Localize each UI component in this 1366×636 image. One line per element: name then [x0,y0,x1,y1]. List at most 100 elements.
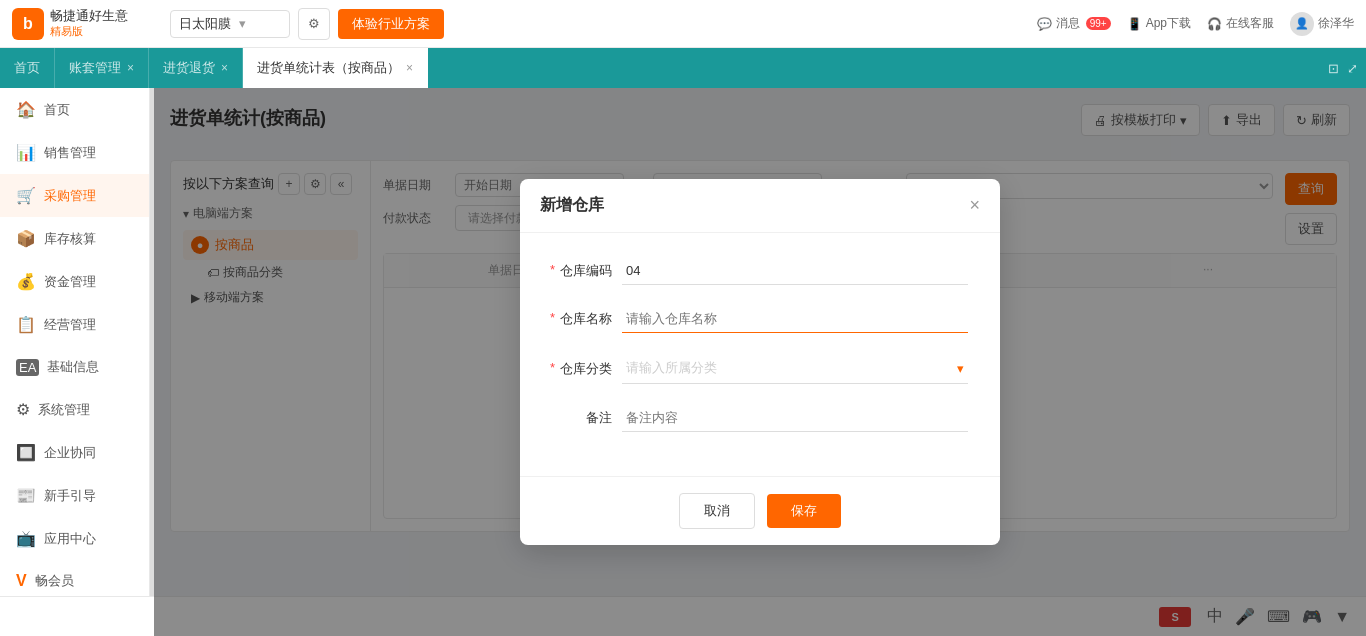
app-download-btn[interactable]: 📱 App下载 [1127,15,1191,32]
tab-right-controls: ⊡ ⤢ [1328,61,1366,76]
dialog-body: 仓库编码 仓库名称 仓库分类 请输入所属分类 ▾ [520,233,1000,476]
sidebar-item-appstore[interactable]: 📺 应用中心 [0,517,149,560]
remark-label: 备注 [552,409,622,427]
sidebar-item-enterprise[interactable]: 🔲 企业协同 [0,431,149,474]
sidebar-home-label: 首页 [44,101,70,119]
sidebar-item-system[interactable]: ⚙ 系统管理 [0,388,149,431]
message-icon: 💬 [1037,17,1052,31]
tab-home-label: 首页 [14,59,40,77]
service-icon: 🎧 [1207,17,1222,31]
new-warehouse-dialog: 新增仓库 × 仓库编码 仓库名称 仓库分类 [520,179,1000,545]
message-btn[interactable]: 💬 消息 99+ [1037,15,1111,32]
sidebar-appstore-label: 应用中心 [44,530,96,548]
sidebar-item-inventory[interactable]: 📦 库存核算 [0,217,149,260]
form-row-name: 仓库名称 [552,305,968,333]
category-placeholder: 请输入所属分类 [626,359,957,377]
dialog-footer: 取消 保存 [520,476,1000,545]
inventory-icon: 📦 [16,229,36,248]
warehouse-category-select[interactable]: 请输入所属分类 ▾ [622,353,968,384]
trial-button[interactable]: 体验行业方案 [338,9,444,39]
app-icon: 📱 [1127,17,1142,31]
message-badge: 99+ [1086,17,1111,30]
sidebar-sales-label: 销售管理 [44,144,96,162]
brand-name: 畅捷通好生意 [50,8,128,25]
sidebar-finance-label: 资金管理 [44,273,96,291]
sidebar-purchase-label: 采购管理 [44,187,96,205]
tab-purchase-stats-label: 进货单统计表（按商品） [257,59,400,77]
save-button[interactable]: 保存 [767,494,841,528]
form-row-remark: 备注 [552,404,968,432]
dialog-header: 新增仓库 × [520,179,1000,233]
msg-label: 消息 [1056,15,1080,32]
tab-purchase-return-close[interactable]: × [221,61,228,75]
tab-purchase-stats[interactable]: 进货单统计表（按商品） × [243,48,428,88]
category-label: 仓库分类 [552,360,622,378]
store-selector[interactable]: 日太阳膜 ▾ [170,10,290,38]
system-icon: ⚙ [16,400,30,419]
appstore-icon: 📺 [16,529,36,548]
tab-account-close[interactable]: × [127,61,134,75]
edition-label: 精易版 [50,24,128,39]
top-header: b 畅捷通好生意 精易版 日太阳膜 ▾ ⚙ 体验行业方案 💬 消息 99+ 📱 … [0,0,1366,48]
operation-icon: 📋 [16,315,36,334]
user-name: 徐泽华 [1318,15,1354,32]
app-label: App下载 [1146,15,1191,32]
sidebar-basic-info-label: 基础信息 [47,358,99,376]
sidebar-vip-label: 畅会员 [35,572,74,590]
tab-fullscreen-icon[interactable]: ⤢ [1347,61,1358,76]
code-label: 仓库编码 [552,262,622,280]
sidebar-item-sales[interactable]: 📊 销售管理 [0,131,149,174]
app-logo: b [12,8,44,40]
basic-info-icon: EA [16,359,39,376]
sidebar-guide-label: 新手引导 [44,487,96,505]
sidebar-item-purchase[interactable]: 🛒 采购管理 [0,174,149,217]
settings-icon[interactable]: ⚙ [298,8,330,40]
enterprise-icon: 🔲 [16,443,36,462]
service-label: 在线客服 [1226,15,1274,32]
tab-window-icon[interactable]: ⊡ [1328,61,1339,76]
sidebar-item-home[interactable]: 🏠 首页 [0,88,149,131]
sidebar-operation-label: 经营管理 [44,316,96,334]
form-row-code: 仓库编码 [552,257,968,285]
logo-area: b 畅捷通好生意 精易版 [12,8,162,40]
sidebar-item-operation[interactable]: 📋 经营管理 [0,303,149,346]
tab-account[interactable]: 账套管理 × [55,48,149,88]
tab-bar: 首页 账套管理 × 进货退货 × 进货单统计表（按商品） × ⊡ ⤢ [0,48,1366,88]
warehouse-code-input[interactable] [622,257,968,285]
sidebar-enterprise-label: 企业协同 [44,444,96,462]
header-search: 日太阳膜 ▾ ⚙ 体验行业方案 [170,8,1029,40]
warehouse-name-input[interactable] [622,305,968,333]
tab-purchase-return-label: 进货退货 [163,59,215,77]
category-chevron-icon: ▾ [957,361,964,376]
chevron-down-icon: ▾ [239,16,246,31]
tab-purchase-stats-close[interactable]: × [406,61,413,75]
name-label: 仓库名称 [552,310,622,328]
modal-overlay: 新增仓库 × 仓库编码 仓库名称 仓库分类 [154,88,1366,636]
cancel-button[interactable]: 取消 [679,493,755,529]
sidebar-item-basic-info[interactable]: EA 基础信息 [0,346,149,388]
vip-icon: V [16,572,27,590]
home-icon: 🏠 [16,100,36,119]
content-area: 进货单统计(按商品) 🖨 按模板打印 ▾ ⬆ 导出 ↻ 刷新 [154,88,1366,636]
sales-icon: 📊 [16,143,36,162]
purchase-icon: 🛒 [16,186,36,205]
dialog-title: 新增仓库 [540,195,604,216]
tab-purchase-return[interactable]: 进货退货 × [149,48,243,88]
main-layout: 🏠 首页 📊 销售管理 🛒 采购管理 📦 库存核算 💰 资金管理 📋 经营管理 … [0,88,1366,636]
finance-icon: 💰 [16,272,36,291]
dialog-close-button[interactable]: × [969,195,980,216]
sidebar: 🏠 首页 📊 销售管理 🛒 采购管理 📦 库存核算 💰 资金管理 📋 经营管理 … [0,88,150,636]
guide-icon: 📰 [16,486,36,505]
sidebar-inventory-label: 库存核算 [44,230,96,248]
online-service-btn[interactable]: 🎧 在线客服 [1207,15,1274,32]
tab-home[interactable]: 首页 [0,48,55,88]
sidebar-system-label: 系统管理 [38,401,90,419]
warehouse-remark-input[interactable] [622,404,968,432]
sidebar-item-guide[interactable]: 📰 新手引导 [0,474,149,517]
tab-account-label: 账套管理 [69,59,121,77]
user-profile-btn[interactable]: 👤 徐泽华 [1290,12,1354,36]
store-name: 日太阳膜 [179,15,231,33]
sidebar-item-finance[interactable]: 💰 资金管理 [0,260,149,303]
form-row-category: 仓库分类 请输入所属分类 ▾ [552,353,968,384]
user-avatar: 👤 [1290,12,1314,36]
